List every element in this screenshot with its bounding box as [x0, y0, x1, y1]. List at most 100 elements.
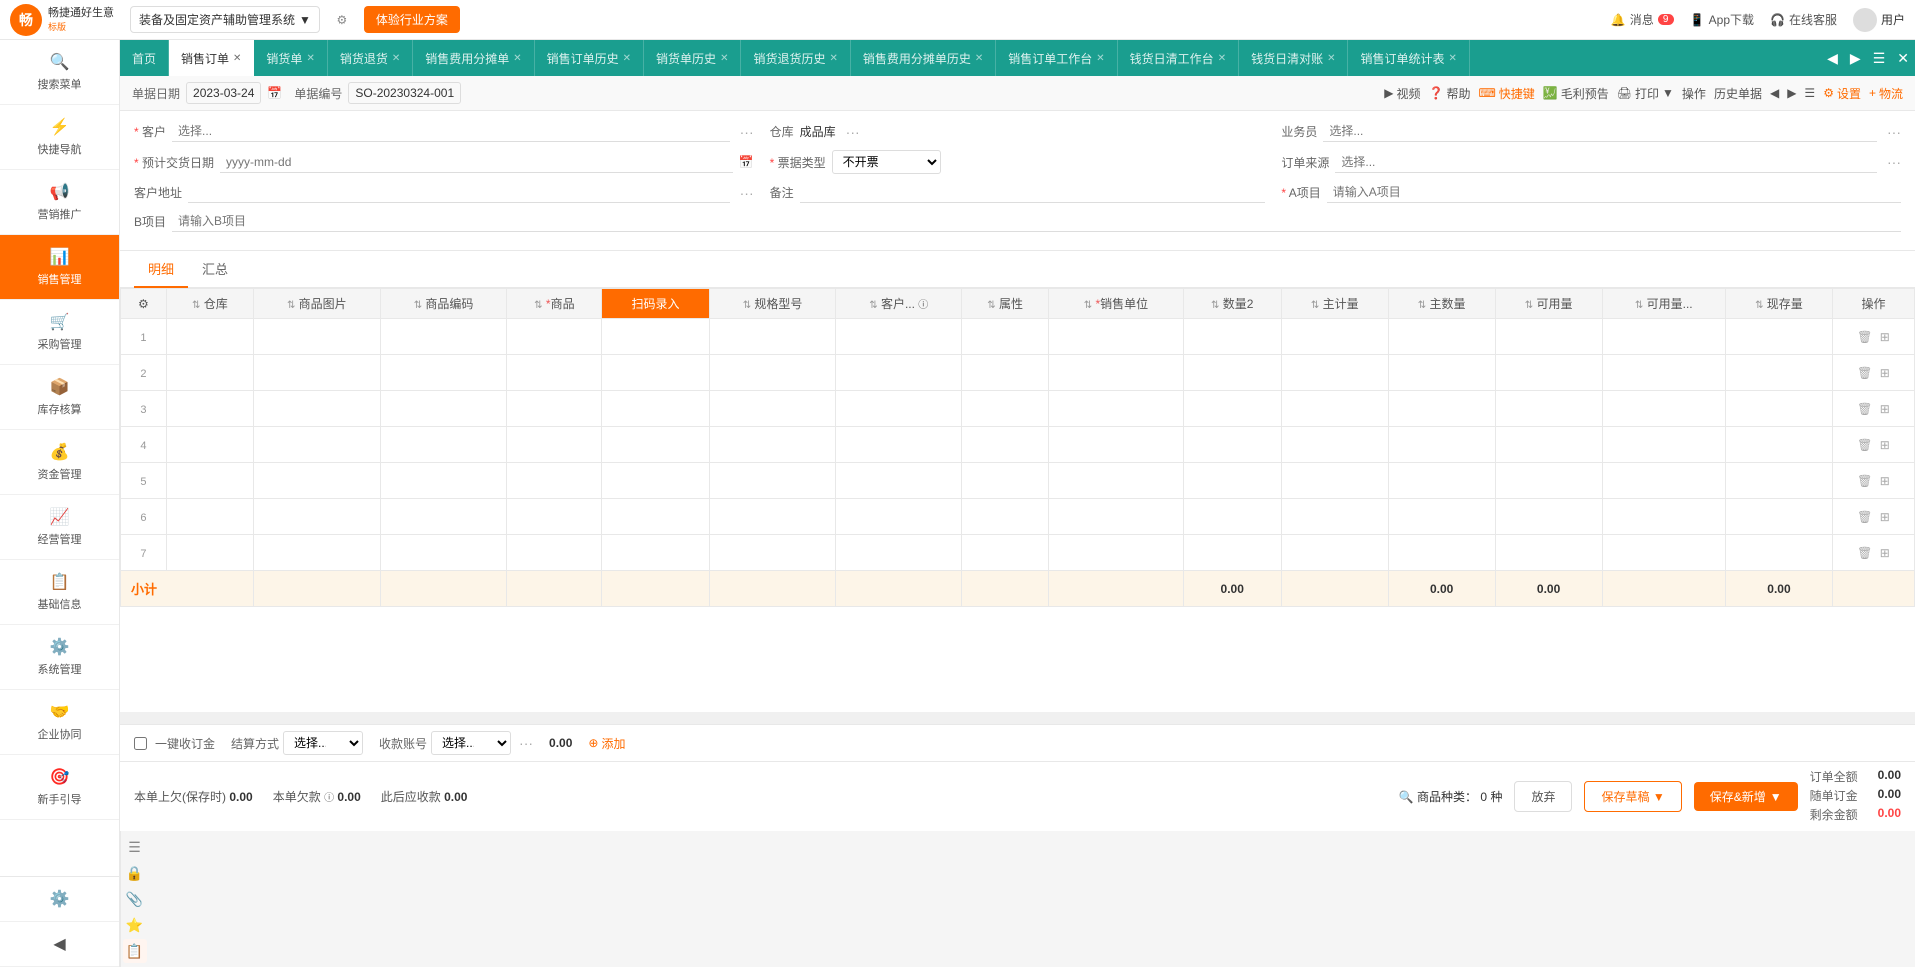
row-avail2[interactable] [1602, 499, 1725, 535]
row-main-unit[interactable] [1281, 391, 1388, 427]
copy-icon[interactable]: ⊞ [1880, 438, 1890, 452]
row-attr[interactable] [962, 355, 1049, 391]
sidebar-item-purchase[interactable]: 🛒 采购管理 [0, 300, 119, 365]
address-dots[interactable]: ··· [740, 185, 754, 201]
row-action[interactable]: 🗑 ⊞ [1832, 535, 1914, 571]
row-action[interactable]: 🗑 ⊞ [1832, 319, 1914, 355]
salesperson-input[interactable] [1323, 121, 1877, 142]
row-product[interactable] [507, 499, 602, 535]
row-customer-code[interactable] [836, 427, 962, 463]
notice-item[interactable]: 🔔 消息 9 [1611, 11, 1674, 28]
row-warehouse[interactable] [166, 427, 253, 463]
sidebar-item-nav[interactable]: ⚡ 快捷导航 [0, 105, 119, 170]
row-attr[interactable] [962, 319, 1049, 355]
tab-daily-reconcile[interactable]: 钱货日清对账 ✕ [1239, 40, 1348, 76]
row-qty2[interactable] [1183, 535, 1281, 571]
row-customer-code[interactable] [836, 391, 962, 427]
row-avail2[interactable] [1602, 535, 1725, 571]
tab-close-icon[interactable]: ✕ [233, 53, 241, 64]
add-btn[interactable]: ⊕ 添加 [588, 735, 625, 752]
row-spec[interactable] [709, 535, 836, 571]
tab-close-icon[interactable]: ✕ [392, 53, 400, 64]
delete-icon[interactable]: 🗑 [1857, 474, 1872, 488]
row-action[interactable]: 🗑 ⊞ [1832, 463, 1914, 499]
customer-input[interactable] [172, 121, 730, 142]
address-input[interactable] [188, 182, 730, 203]
history-btn[interactable]: 历史单据 [1714, 85, 1762, 102]
row-warehouse[interactable] [166, 463, 253, 499]
row-main-unit[interactable] [1281, 535, 1388, 571]
row-main-unit[interactable] [1281, 355, 1388, 391]
col-warehouse[interactable]: ⇅ 仓库 [166, 289, 253, 319]
row-scan[interactable] [602, 427, 709, 463]
sidebar-item-operations[interactable]: 📈 经营管理 [0, 495, 119, 560]
row-customer-code[interactable] [836, 535, 962, 571]
row-scan[interactable] [602, 463, 709, 499]
row-code[interactable] [380, 319, 507, 355]
print-btn[interactable]: 🖨 打印 ▼ [1617, 85, 1674, 102]
row-avail[interactable] [1495, 391, 1602, 427]
copy-icon[interactable]: ⊞ [1880, 330, 1890, 344]
copy-icon[interactable]: ⊞ [1880, 366, 1890, 380]
tab-sales-fee[interactable]: 销售费用分摊单 ✕ [413, 40, 534, 76]
row-main-unit[interactable] [1281, 319, 1388, 355]
row-qty2[interactable] [1183, 463, 1281, 499]
row-product[interactable] [507, 319, 602, 355]
chevron-down-icon[interactable]: ▼ [1770, 790, 1782, 804]
row-attr[interactable] [962, 391, 1049, 427]
sidebar-item-collapse[interactable]: ◀ [0, 922, 119, 967]
tab-fee-history[interactable]: 销售费用分摊单历史 ✕ [851, 40, 996, 76]
row-customer-code[interactable] [836, 463, 962, 499]
payment-select[interactable]: 选择... [283, 731, 363, 755]
row-stock[interactable] [1725, 319, 1832, 355]
col-code[interactable]: ⇅ 商品编码 [380, 289, 507, 319]
tab-close-icon[interactable]: ✕ [1327, 53, 1335, 64]
profit-btn[interactable]: 💹 毛利预告 [1543, 85, 1609, 102]
account-select[interactable]: 选择... [431, 731, 511, 755]
project-b-input[interactable] [172, 211, 1901, 232]
row-scan[interactable] [602, 355, 709, 391]
row-spec[interactable] [709, 355, 836, 391]
settings-icon[interactable]: ⚙ [328, 6, 356, 34]
row-stock[interactable] [1725, 427, 1832, 463]
row-main-qty[interactable] [1388, 499, 1495, 535]
order-source-dots[interactable]: ··· [1887, 154, 1901, 170]
col-attr[interactable]: ⇅ 属性 [962, 289, 1049, 319]
row-unit[interactable] [1049, 535, 1183, 571]
col-qty2[interactable]: ⇅ 数量2 [1183, 289, 1281, 319]
row-main-unit[interactable] [1281, 427, 1388, 463]
col-setting[interactable]: ⚙ [121, 289, 167, 319]
account-dots[interactable]: ··· [519, 735, 533, 751]
tab-prev-btn[interactable]: ◀ [1821, 40, 1844, 76]
row-avail2[interactable] [1602, 391, 1725, 427]
salesperson-dots[interactable]: ··· [1887, 124, 1901, 140]
row-qty2[interactable] [1183, 427, 1281, 463]
sidebar-item-search[interactable]: 🔍 搜索菜单 [0, 40, 119, 105]
row-stock[interactable] [1725, 499, 1832, 535]
row-customer-code[interactable] [836, 355, 962, 391]
row-warehouse[interactable] [166, 535, 253, 571]
row-code[interactable] [380, 427, 507, 463]
row-product[interactable] [507, 391, 602, 427]
row-avail2[interactable] [1602, 427, 1725, 463]
tab-next-btn[interactable]: ▶ [1844, 40, 1867, 76]
online-support[interactable]: 🎧 在线客服 [1770, 11, 1837, 28]
tab-order-history[interactable]: 销售订单历史 ✕ [535, 40, 644, 76]
row-code[interactable] [380, 355, 507, 391]
invoice-type-select[interactable]: 不开票 增值税普票 增值税专票 [832, 150, 941, 174]
tab-sales-return[interactable]: 销货退货 ✕ [328, 40, 413, 76]
row-avail[interactable] [1495, 463, 1602, 499]
row-spec[interactable] [709, 391, 836, 427]
row-action[interactable]: 🗑 ⊞ [1832, 391, 1914, 427]
copy-icon[interactable]: ⊞ [1880, 402, 1890, 416]
row-scan[interactable] [602, 499, 709, 535]
tab-close-icon[interactable]: ✕ [513, 53, 521, 64]
row-avail2[interactable] [1602, 463, 1725, 499]
delete-icon[interactable]: 🗑 [1857, 366, 1872, 380]
col-image[interactable]: ⇅ 商品图片 [253, 289, 380, 319]
row-unit[interactable] [1049, 355, 1183, 391]
prev-record-btn[interactable]: ◀ [1770, 86, 1779, 100]
row-warehouse[interactable] [166, 391, 253, 427]
row-main-unit[interactable] [1281, 463, 1388, 499]
right-panel-btn-5[interactable]: 📋 [123, 939, 147, 963]
